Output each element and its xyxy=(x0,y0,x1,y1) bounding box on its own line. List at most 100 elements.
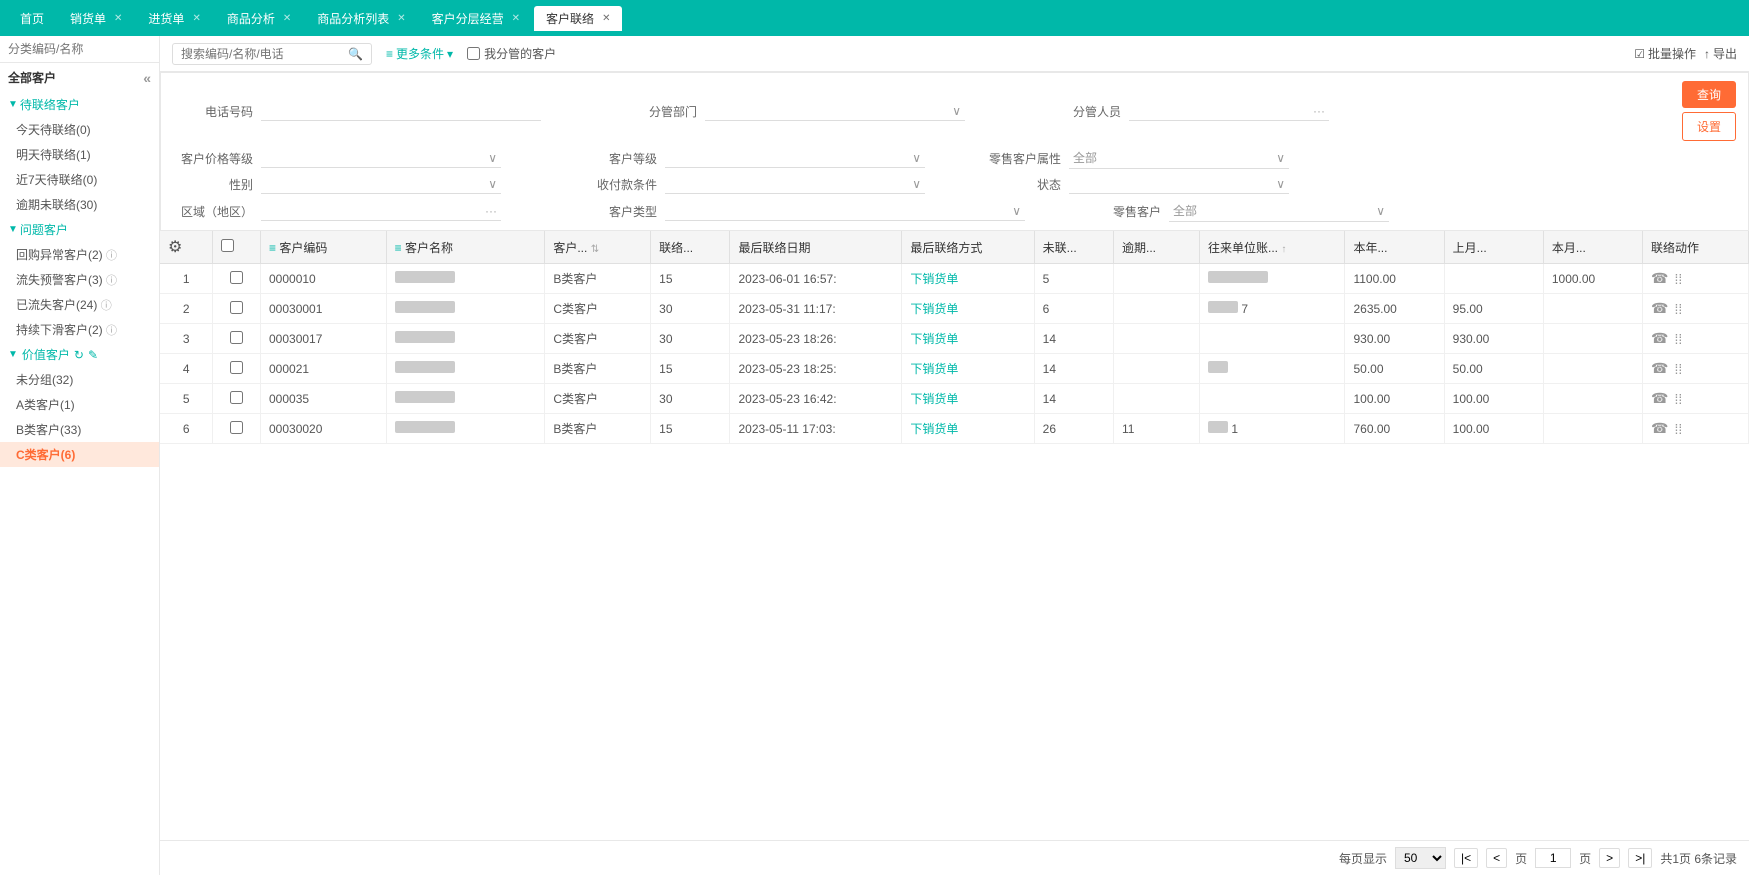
sidebar-item-abnormal[interactable]: 回购异常客户(2) ⓘ xyxy=(0,242,159,267)
more-conditions-btn[interactable]: ≡ 更多条件 ▾ xyxy=(380,42,459,65)
nav-analysis-close-icon[interactable]: ✕ xyxy=(283,13,291,24)
cell-checkbox xyxy=(213,294,261,324)
declining-help-icon: ⓘ xyxy=(106,325,117,337)
settings-gear-icon[interactable]: ⚙ xyxy=(168,239,182,256)
row-checkbox[interactable] xyxy=(230,331,243,344)
retail-customer-select[interactable]: 全部 ∨ xyxy=(1169,200,1389,222)
cell-name xyxy=(386,384,545,414)
dept-select[interactable]: ∨ xyxy=(705,102,965,121)
settings-button[interactable]: 设置 xyxy=(1682,112,1736,141)
contact-icon[interactable]: ☎ xyxy=(1651,360,1668,377)
th-last-date: 最后联络日期 xyxy=(730,231,902,264)
sidebar-group-pending[interactable]: 待联络客户 xyxy=(0,92,159,117)
sidebar-item-lost[interactable]: 已流失客户(24) ⓘ xyxy=(0,292,159,317)
nav-customer-tier[interactable]: 客户分层经营 ✕ xyxy=(420,6,532,31)
more-actions-icon[interactable]: ⁞⁞ xyxy=(1674,361,1682,377)
nav-purchase-close-icon[interactable]: ✕ xyxy=(192,13,200,24)
retail-attr-select[interactable]: 全部 ∨ xyxy=(1069,147,1289,169)
cust-type-select[interactable]: ∨ xyxy=(665,202,1025,221)
contact-method-link[interactable]: 下销货单 xyxy=(910,392,958,406)
nav-sales-order[interactable]: 销货单 ✕ xyxy=(58,6,134,31)
my-customers-checkbox[interactable] xyxy=(467,47,480,60)
row-checkbox[interactable] xyxy=(230,421,243,434)
select-all-checkbox[interactable] xyxy=(221,239,234,252)
th-actions: 联络动作 xyxy=(1643,231,1749,264)
row-checkbox[interactable] xyxy=(230,361,243,374)
cell-type: C类客户 xyxy=(545,324,651,354)
cell-code: 00030020 xyxy=(261,414,387,444)
contact-method-link[interactable]: 下销货单 xyxy=(910,272,958,286)
page-number-input[interactable] xyxy=(1535,848,1571,868)
contact-icon[interactable]: ☎ xyxy=(1651,330,1668,347)
contact-icon[interactable]: ☎ xyxy=(1651,420,1668,437)
value-edit-icon[interactable]: ✎ xyxy=(88,348,98,362)
region-select[interactable]: ··· xyxy=(261,202,501,221)
cell-last-month: 930.00 xyxy=(1444,324,1543,354)
last-page-btn[interactable]: >| xyxy=(1628,848,1652,868)
status-select[interactable]: ∨ xyxy=(1069,175,1289,194)
next-page-btn[interactable]: > xyxy=(1599,848,1620,868)
prev-page-btn[interactable]: < xyxy=(1486,848,1507,868)
cell-account xyxy=(1199,324,1344,354)
search-icon[interactable]: 🔍 xyxy=(348,47,363,61)
person-select[interactable]: ··· xyxy=(1129,102,1329,121)
sidebar-item-7days[interactable]: 近7天待联络(0) xyxy=(0,167,159,192)
export-btn[interactable]: ↑ 导出 xyxy=(1704,45,1737,62)
contact-method-link[interactable]: 下销货单 xyxy=(910,332,958,346)
row-checkbox[interactable] xyxy=(230,391,243,404)
nav-product-analysis[interactable]: 商品分析 ✕ xyxy=(215,6,303,31)
nav-purchase-order[interactable]: 进货单 ✕ xyxy=(136,6,212,31)
sidebar-item-declining[interactable]: 持续下滑客户(2) ⓘ xyxy=(0,317,159,342)
nav-customer-contact-close-icon[interactable]: ✕ xyxy=(602,13,610,24)
price-level-select[interactable]: ∨ xyxy=(261,149,501,168)
phone-input[interactable] xyxy=(261,102,541,121)
sidebar-item-overdue[interactable]: 逾期未联络(30) xyxy=(0,192,159,217)
sidebar-group-problem[interactable]: 问题客户 xyxy=(0,217,159,242)
more-actions-icon[interactable]: ⁞⁞ xyxy=(1674,421,1682,437)
contact-method-link[interactable]: 下销货单 xyxy=(910,422,958,436)
gender-select[interactable]: ∨ xyxy=(261,175,501,194)
cell-this-month xyxy=(1543,354,1642,384)
nav-analysis-list-close-icon[interactable]: ✕ xyxy=(397,13,405,24)
sidebar-item-warning[interactable]: 流失预警客户(3) ⓘ xyxy=(0,267,159,292)
sidebar-item-class-c[interactable]: C类客户(6) xyxy=(0,442,159,467)
query-button[interactable]: 查询 xyxy=(1682,81,1736,108)
cell-actions: ☎ ⁞⁞ xyxy=(1643,414,1749,444)
first-page-btn[interactable]: |< xyxy=(1454,848,1478,868)
contact-icon[interactable]: ☎ xyxy=(1651,390,1668,407)
sidebar-item-class-a[interactable]: A类客户(1) xyxy=(0,392,159,417)
sidebar-group-value[interactable]: 价值客户 ↻ ✎ xyxy=(0,342,159,367)
contact-icon[interactable]: ☎ xyxy=(1651,270,1668,287)
nav-customer-contact[interactable]: 客户联络 ✕ xyxy=(534,6,622,31)
search-input[interactable] xyxy=(181,47,344,61)
more-actions-icon[interactable]: ⁞⁞ xyxy=(1674,391,1682,407)
sidebar-collapse-icon[interactable]: « xyxy=(143,70,151,86)
more-actions-icon[interactable]: ⁞⁞ xyxy=(1674,271,1682,287)
nav-sales-close-icon[interactable]: ✕ xyxy=(114,13,122,24)
all-customers-header[interactable]: 全部客户 « xyxy=(0,63,159,92)
nav-product-analysis-list[interactable]: 商品分析列表 ✕ xyxy=(305,6,417,31)
cust-level-select[interactable]: ∨ xyxy=(665,149,925,168)
contact-icon[interactable]: ☎ xyxy=(1651,300,1668,317)
sidebar-item-tomorrow[interactable]: 明天待联络(1) xyxy=(0,142,159,167)
sidebar-item-today[interactable]: 今天待联络(0) xyxy=(0,117,159,142)
top-navigation: 首页 销货单 ✕ 进货单 ✕ 商品分析 ✕ 商品分析列表 ✕ 客户分层经营 ✕ … xyxy=(0,0,1749,36)
cell-overdue xyxy=(1114,294,1200,324)
row-checkbox[interactable] xyxy=(230,301,243,314)
contact-method-link[interactable]: 下销货单 xyxy=(910,362,958,376)
value-refresh-icon[interactable]: ↻ xyxy=(74,348,84,362)
contact-method-link[interactable]: 下销货单 xyxy=(910,302,958,316)
sidebar-item-unclassified[interactable]: 未分组(32) xyxy=(0,367,159,392)
payment-select[interactable]: ∨ xyxy=(665,175,925,194)
nav-home[interactable]: 首页 xyxy=(8,6,56,31)
row-checkbox[interactable] xyxy=(230,271,243,284)
more-actions-icon[interactable]: ⁞⁞ xyxy=(1674,301,1682,317)
page-size-select[interactable]: 50 100 200 xyxy=(1395,847,1446,869)
more-actions-icon[interactable]: ⁞⁞ xyxy=(1674,331,1682,347)
filter-panel: 电话号码 分管部门 ∨ 分管人员 ··· 查询 设置 xyxy=(160,72,1749,231)
nav-customer-tier-close-icon[interactable]: ✕ xyxy=(512,13,520,24)
th-code-label: 客户编码 xyxy=(279,241,327,255)
sidebar-item-class-b[interactable]: B类客户(33) xyxy=(0,417,159,442)
sidebar-search-input[interactable] xyxy=(8,42,160,56)
batch-operation-btn[interactable]: ☑ 批量操作 xyxy=(1634,45,1696,62)
